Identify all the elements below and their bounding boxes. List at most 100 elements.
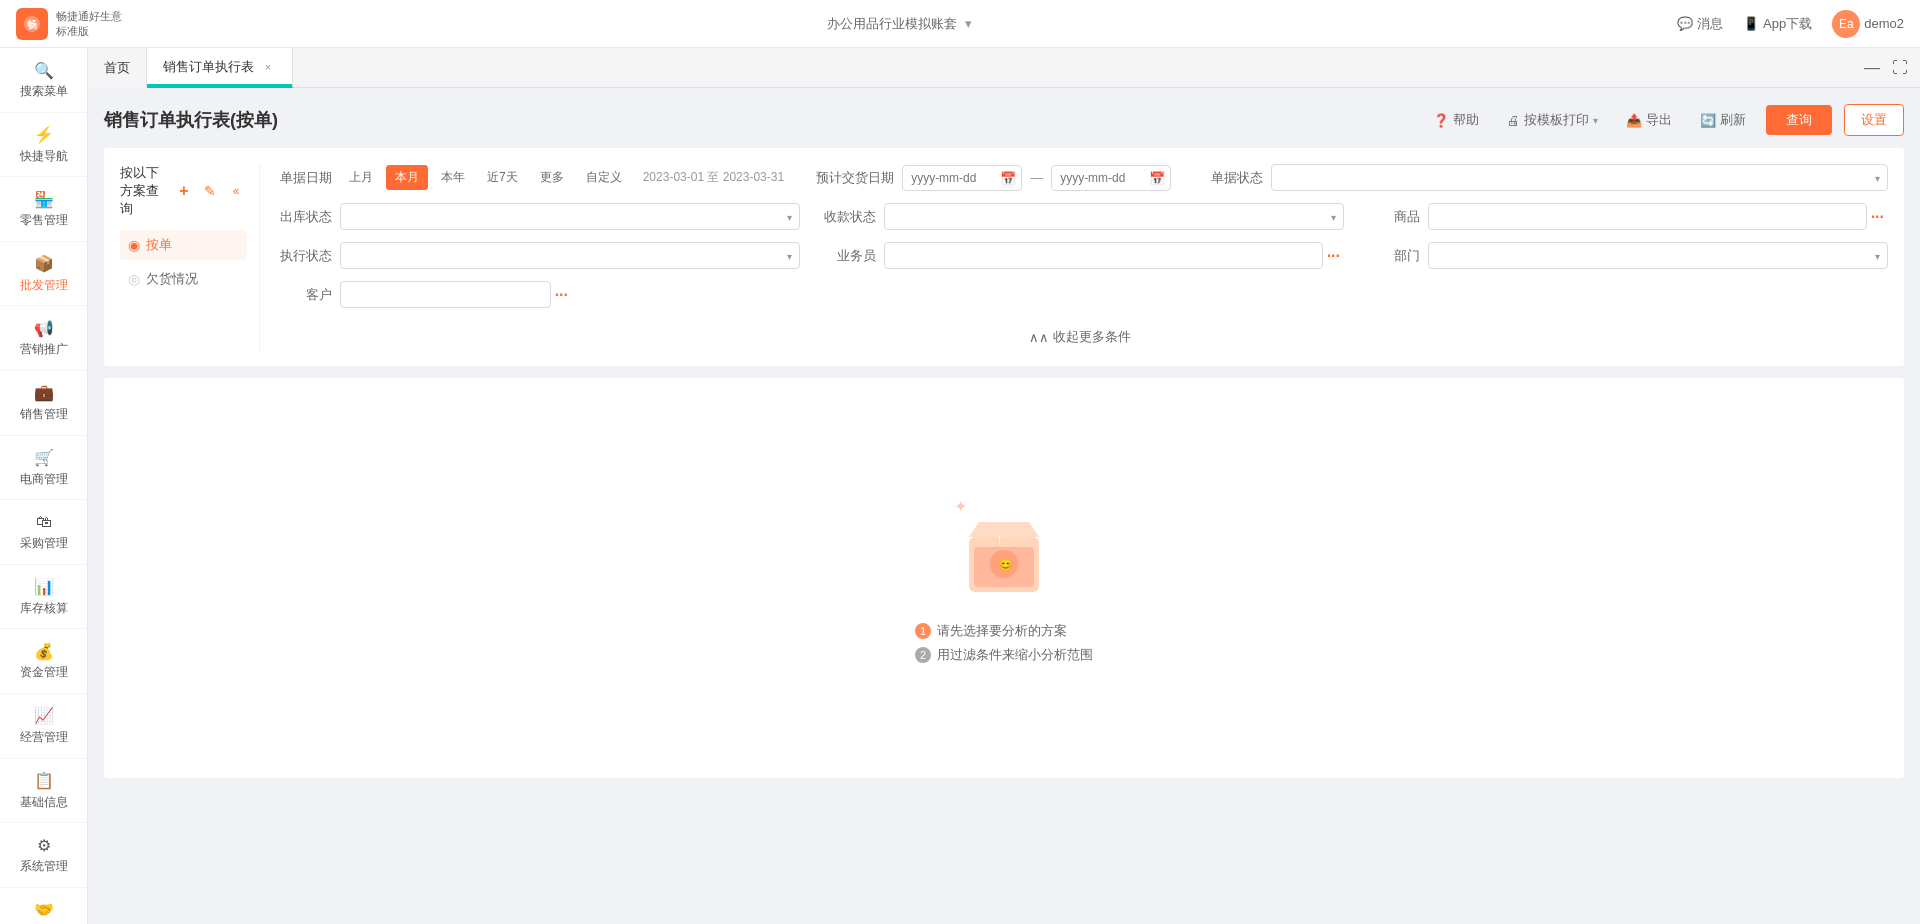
date-btn-custom[interactable]: 自定义 <box>577 165 631 190</box>
date-group: 单据日期 上月 本月 本年 近7天 更多 自定义 2023-03-01 至 20… <box>272 165 784 190</box>
sidebar-item-ecommerce[interactable]: 🛒 电商管理 <box>0 436 87 501</box>
receipt-status-control: ▾ <box>884 203 1344 230</box>
filter-panel: 按以下方案查询 + ✎ « ◉ 按单 ◎ <box>104 148 1904 366</box>
salesperson-input[interactable] <box>884 242 1323 269</box>
basic-info-icon: 📋 <box>34 771 54 791</box>
salesperson-label: 业务员 <box>816 247 876 265</box>
salesperson-group: 业务员 ··· <box>816 242 1344 269</box>
page-title-bar: 办公用品行业模拟账套 <box>827 15 957 33</box>
sidebar-item-retail[interactable]: 🏪 零售管理 <box>0 177 87 242</box>
date-btn-last-7-days[interactable]: 近7天 <box>478 165 527 190</box>
empty-hint-1: 1 请先选择要分析的方案 <box>915 622 1093 640</box>
exec-status-control: ▾ <box>340 242 800 269</box>
settings-button[interactable]: 设置 <box>1844 104 1904 136</box>
customer-dots-button[interactable]: ··· <box>551 286 572 304</box>
expected-date-start-input[interactable] <box>902 165 1022 191</box>
expected-date-start-wrap: 📅 <box>902 165 1022 191</box>
svg-marker-4 <box>969 522 1039 537</box>
export-button[interactable]: 📤 导出 <box>1618 107 1680 133</box>
receipt-status-select[interactable] <box>884 203 1344 230</box>
logo-text: 畅捷通好生意 标准版 <box>56 9 122 38</box>
add-scheme-button[interactable]: + <box>173 180 195 202</box>
sidebar-item-purchase[interactable]: 🛍 采购管理 <box>0 500 87 565</box>
tab-bar-actions: — ⛶ <box>1860 55 1920 81</box>
scheme-item-按单[interactable]: ◉ 按单 <box>120 230 247 260</box>
content-area: 首页 销售订单执行表 × — ⛶ 销售订单执行表(按单) ❓ 帮助 <box>88 48 1920 924</box>
inventory-icon: 📊 <box>34 577 54 597</box>
help-button[interactable]: ❓ 帮助 <box>1425 107 1487 133</box>
filter-sidebar-header: 按以下方案查询 + ✎ « <box>120 164 247 218</box>
filter-collapse-row[interactable]: ∧∧ 收起更多条件 <box>272 320 1888 350</box>
date-btn-this-year[interactable]: 本年 <box>432 165 474 190</box>
header-right: 💬 消息 📱 App下载 Ea demo2 <box>1677 10 1904 38</box>
win-maximize-btn[interactable]: ⛶ <box>1888 55 1912 81</box>
out-status-group: 出库状态 ▾ <box>272 203 800 230</box>
edit-scheme-button[interactable]: ✎ <box>199 180 221 202</box>
sidebar-item-operations[interactable]: 📈 经营管理 <box>0 694 87 759</box>
top-header: 畅 畅捷通好生意 标准版 办公用品行业模拟账套 ▾ 💬 消息 📱 App下载 E… <box>0 0 1920 48</box>
sidebar-item-inventory[interactable]: 📊 库存核算 <box>0 565 87 630</box>
collapse-sidebar-button[interactable]: « <box>225 180 247 202</box>
sidebar-item-basic-info[interactable]: 📋 基础信息 <box>0 759 87 824</box>
sidebar-item-wholesale[interactable]: 📦 批发管理 <box>0 242 87 307</box>
user-action[interactable]: Ea demo2 <box>1832 10 1904 38</box>
sidebar-item-quick-nav[interactable]: ⚡ 快捷导航 <box>0 113 87 178</box>
svg-text:😊: 😊 <box>998 557 1013 572</box>
template-print-button[interactable]: 🖨 按模板打印 ▾ <box>1499 107 1606 133</box>
customer-control: ··· <box>340 281 572 308</box>
sidebar-item-label: 零售管理 <box>20 213 68 229</box>
sidebar-item-label: 搜索菜单 <box>20 84 68 100</box>
goods-control: ··· <box>1428 203 1888 230</box>
sidebar-item-label: 库存核算 <box>20 601 68 617</box>
customer-input[interactable] <box>340 281 551 308</box>
sidebar-item-enterprise[interactable]: 🤝 企业协同 <box>0 888 87 924</box>
date-btn-more[interactable]: 更多 <box>531 165 573 190</box>
date-btn-last-month[interactable]: 上月 <box>340 165 382 190</box>
sidebar-item-marketing[interactable]: 📢 营销推广 <box>0 306 87 371</box>
sidebar-item-label: 采购管理 <box>20 536 68 552</box>
export-icon: 📤 <box>1626 113 1642 128</box>
ecommerce-icon: 🛒 <box>34 448 54 468</box>
filter-row-1: 单据日期 上月 本月 本年 近7天 更多 自定义 2023-03-01 至 20… <box>272 164 1888 191</box>
page-content: 销售订单执行表(按单) ❓ 帮助 🖨 按模板打印 ▾ 📤 导出 <box>88 88 1920 924</box>
out-status-select[interactable] <box>340 203 800 230</box>
sidebar-item-finance[interactable]: 💰 资金管理 <box>0 629 87 694</box>
goods-input[interactable] <box>1428 203 1867 230</box>
sidebar: 🔍 搜索菜单 ⚡ 快捷导航 🏪 零售管理 📦 批发管理 📢 营销推广 💼 销售管… <box>0 48 88 924</box>
dept-select[interactable] <box>1428 242 1888 269</box>
goods-dots-button[interactable]: ··· <box>1867 208 1888 226</box>
filter-sidebar-icons: + ✎ « <box>173 180 247 202</box>
expected-date-end-input[interactable] <box>1051 165 1171 191</box>
hint-num-1: 1 <box>915 623 931 639</box>
sidebar-item-sales[interactable]: 💼 销售管理 <box>0 371 87 436</box>
doc-status-label: 单据状态 <box>1203 169 1263 187</box>
purchase-icon: 🛍 <box>34 512 54 532</box>
message-action[interactable]: 💬 消息 <box>1677 15 1723 33</box>
page-actions: ❓ 帮助 🖨 按模板打印 ▾ 📤 导出 🔄 刷新 <box>1425 104 1904 136</box>
exec-status-select[interactable] <box>340 242 800 269</box>
date-btn-this-month[interactable]: 本月 <box>386 165 428 190</box>
tab-home[interactable]: 首页 <box>88 48 147 88</box>
avatar: Ea <box>1832 10 1860 38</box>
win-minimize-btn[interactable]: — <box>1860 55 1884 81</box>
scheme-item-欠货情况[interactable]: ◎ 欠货情况 <box>120 264 247 294</box>
filter-row-2: 出库状态 ▾ 收款状态 <box>272 203 1888 230</box>
operations-icon: 📈 <box>34 706 54 726</box>
query-button[interactable]: 查询 <box>1766 105 1832 135</box>
app-download-action[interactable]: 📱 App下载 <box>1743 15 1812 33</box>
tab-close-button[interactable]: × <box>260 59 276 75</box>
dept-group: 部门 ▾ <box>1360 242 1888 269</box>
logo-icon: 畅 <box>16 8 48 40</box>
tab-sales-order[interactable]: 销售订单执行表 × <box>147 48 293 88</box>
salesperson-dots-button[interactable]: ··· <box>1323 247 1344 265</box>
help-icon: ❓ <box>1433 113 1449 128</box>
empty-hints: 1 请先选择要分析的方案 2 用过滤条件来缩小分析范围 <box>915 622 1093 664</box>
doc-status-select[interactable] <box>1271 164 1888 191</box>
sidebar-item-system[interactable]: ⚙ 系统管理 <box>0 823 87 888</box>
refresh-button[interactable]: 🔄 刷新 <box>1692 107 1754 133</box>
dropdown-icon[interactable]: ▾ <box>965 16 972 31</box>
filter-sidebar: 按以下方案查询 + ✎ « ◉ 按单 ◎ <box>120 164 260 350</box>
sidebar-item-search-menu[interactable]: 🔍 搜索菜单 <box>0 48 87 113</box>
empty-hint-2: 2 用过滤条件来缩小分析范围 <box>915 646 1093 664</box>
template-print-dropdown-icon[interactable]: ▾ <box>1593 115 1598 126</box>
